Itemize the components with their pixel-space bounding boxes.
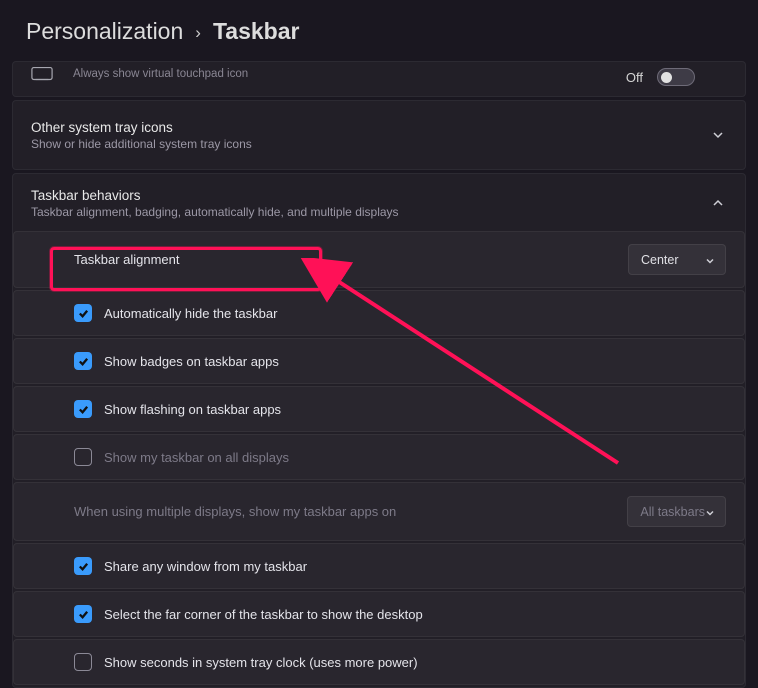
dropdown-value: Center <box>641 253 679 267</box>
auto-hide-taskbar-row[interactable]: Automatically hide the taskbar <box>13 290 745 336</box>
show-badges-checkbox[interactable] <box>74 352 92 370</box>
content-area: Always show virtual touchpad icon Off Ot… <box>0 61 758 688</box>
chevron-up-icon <box>711 196 725 210</box>
taskbar-alignment-dropdown[interactable]: Center <box>628 244 726 275</box>
auto-hide-checkbox[interactable] <box>74 304 92 322</box>
chevron-down-icon <box>711 128 725 142</box>
virtual-touchpad-subtitle: Always show virtual touchpad icon <box>73 68 248 80</box>
show-badges-row[interactable]: Show badges on taskbar apps <box>13 338 745 384</box>
show-all-displays-label: Show my taskbar on all displays <box>104 450 289 465</box>
share-window-label: Share any window from my taskbar <box>104 559 307 574</box>
show-flashing-checkbox[interactable] <box>74 400 92 418</box>
share-window-row[interactable]: Share any window from my taskbar <box>13 543 745 589</box>
breadcrumb-parent[interactable]: Personalization <box>26 18 183 45</box>
dropdown-value: All taskbars <box>640 505 705 519</box>
multi-display-row: When using multiple displays, show my ta… <box>13 482 745 541</box>
show-flashing-label: Show flashing on taskbar apps <box>104 402 281 417</box>
virtual-touchpad-card[interactable]: Always show virtual touchpad icon Off <box>12 61 746 97</box>
share-window-checkbox[interactable] <box>74 557 92 575</box>
auto-hide-label: Automatically hide the taskbar <box>104 306 277 321</box>
show-seconds-row[interactable]: Show seconds in system tray clock (uses … <box>13 639 745 685</box>
chevron-down-icon <box>705 507 715 517</box>
show-flashing-row[interactable]: Show flashing on taskbar apps <box>13 386 745 432</box>
breadcrumb-current: Taskbar <box>213 18 300 45</box>
taskbar-behaviors-card: Taskbar behaviors Taskbar alignment, bad… <box>12 173 746 688</box>
show-seconds-label: Show seconds in system tray clock (uses … <box>104 655 418 670</box>
taskbar-behaviors-title: Taskbar behaviors <box>31 188 727 203</box>
breadcrumb: Personalization › Taskbar <box>0 0 758 61</box>
show-all-displays-checkbox <box>74 448 92 466</box>
taskbar-alignment-label: Taskbar alignment <box>74 252 180 267</box>
virtual-touchpad-toggle[interactable] <box>657 68 695 86</box>
show-all-displays-row: Show my taskbar on all displays <box>13 434 745 480</box>
taskbar-alignment-row: Taskbar alignment Center <box>13 231 745 288</box>
chevron-right-icon: › <box>195 23 201 43</box>
show-seconds-checkbox[interactable] <box>74 653 92 671</box>
far-corner-label: Select the far corner of the taskbar to … <box>104 607 423 622</box>
other-system-tray-icons-card[interactable]: Other system tray icons Show or hide add… <box>12 100 746 170</box>
taskbar-behaviors-subtitle: Taskbar alignment, badging, automaticall… <box>31 205 727 219</box>
far-corner-checkbox[interactable] <box>74 605 92 623</box>
toggle-label: Off <box>626 70 643 85</box>
behaviors-rows: Taskbar alignment Center Automatically h… <box>13 231 745 685</box>
touchpad-icon <box>31 66 53 82</box>
multi-display-dropdown: All taskbars <box>627 496 726 527</box>
chevron-down-icon <box>705 255 715 265</box>
multi-display-label: When using multiple displays, show my ta… <box>74 504 396 519</box>
other-icons-subtitle: Show or hide additional system tray icon… <box>31 137 252 151</box>
far-corner-row[interactable]: Select the far corner of the taskbar to … <box>13 591 745 637</box>
show-badges-label: Show badges on taskbar apps <box>104 354 279 369</box>
taskbar-behaviors-header[interactable]: Taskbar behaviors Taskbar alignment, bad… <box>13 174 745 231</box>
other-icons-title: Other system tray icons <box>31 120 252 135</box>
